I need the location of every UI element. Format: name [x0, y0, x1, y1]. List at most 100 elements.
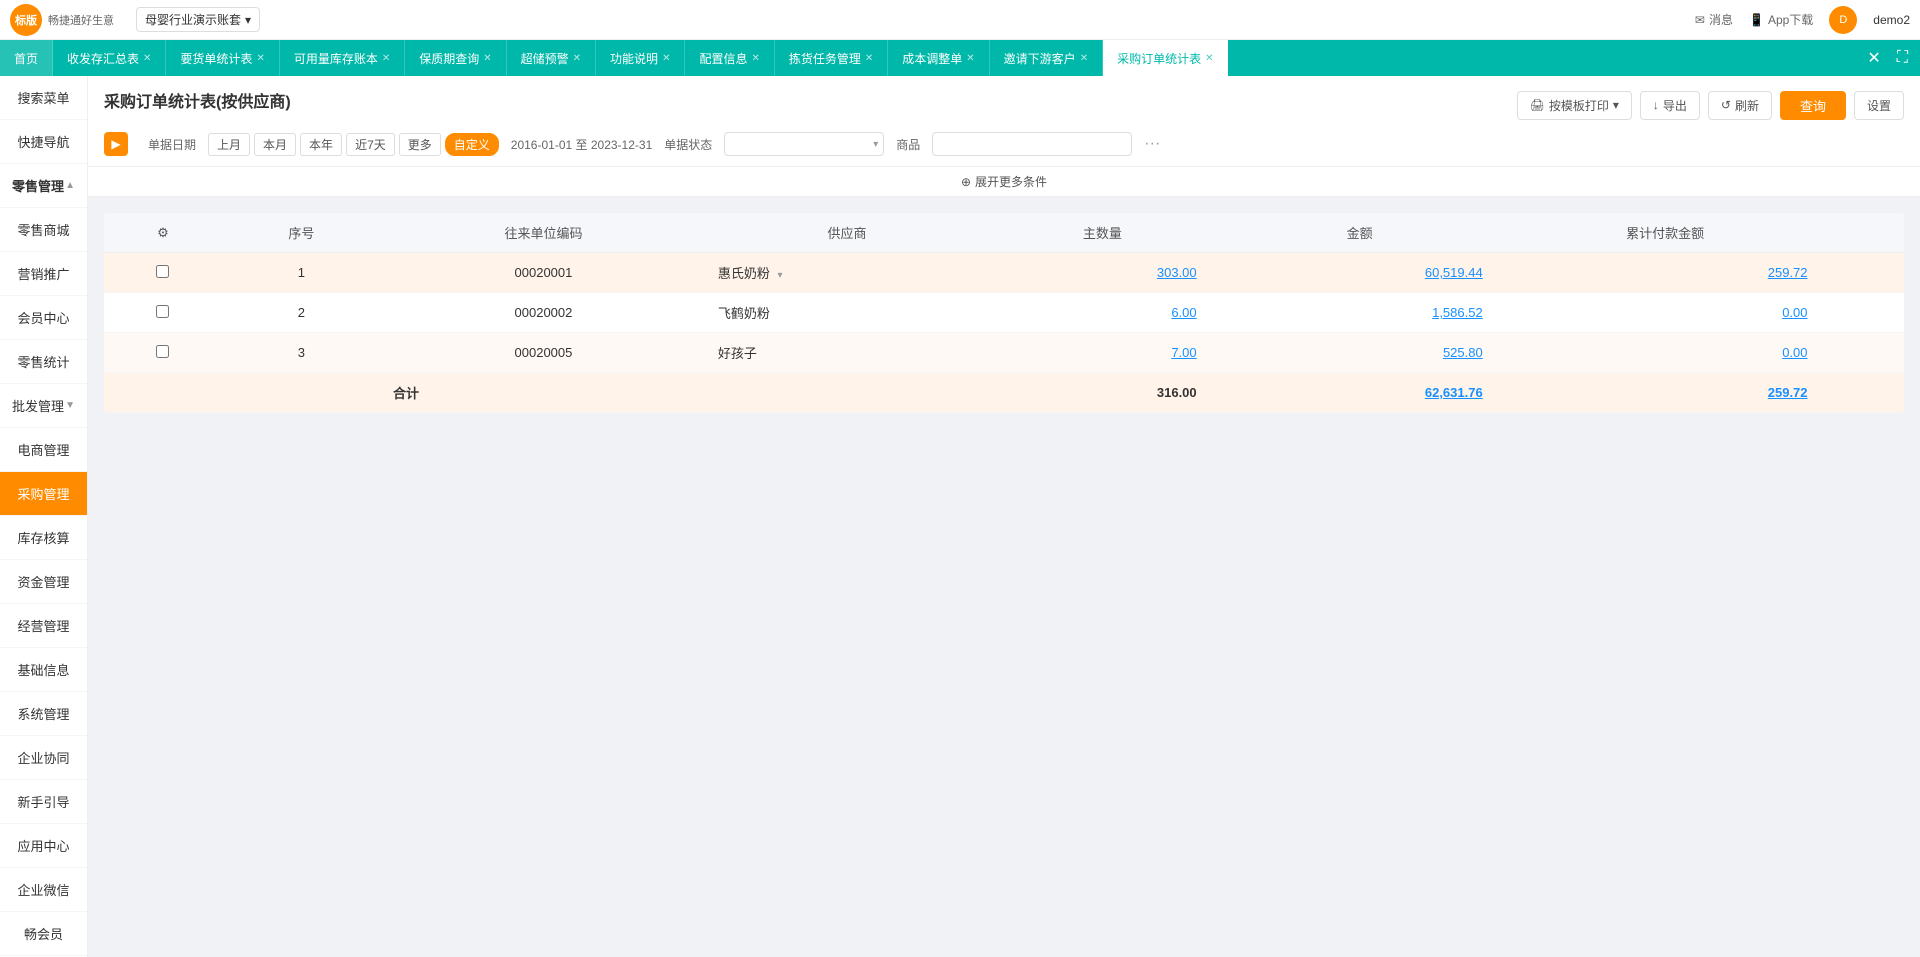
sidebar-item-ecommerce-label: 电商管理: [17, 440, 69, 459]
sidebar-item-wechat[interactable]: 企业微信: [0, 868, 87, 912]
sidebar-item-basic[interactable]: 基础信息: [0, 648, 87, 692]
export-button[interactable]: ↓ 导出: [1640, 91, 1700, 120]
nav-tabs: 首页 收发存汇总表 ✕ 要货单统计表 ✕ 可用量库存账本 ✕ 保质期查询 ✕ 超…: [0, 40, 1920, 76]
sidebar-item-retail[interactable]: 零售管理 ▲: [0, 164, 87, 208]
app-download-button[interactable]: 📱 App下载: [1749, 11, 1813, 28]
status-select-wrapper: [724, 132, 884, 156]
message-button[interactable]: ✉ 消息: [1695, 11, 1733, 28]
date-btn-last-month[interactable]: 上月: [208, 133, 250, 156]
goods-more-icon[interactable]: ···: [1144, 135, 1160, 153]
sidebar-item-operation[interactable]: 经营管理: [0, 604, 87, 648]
row-check-1[interactable]: [104, 293, 222, 333]
tab-purchase-stat[interactable]: 采购订单统计表 ✕: [1103, 40, 1228, 76]
row-paid-2[interactable]: 0.00: [1503, 333, 1828, 373]
tab-income-close[interactable]: ✕: [143, 53, 151, 64]
tab-cost-adj[interactable]: 成本调整单 ✕: [888, 40, 989, 76]
tab-pick-task[interactable]: 拣货任务管理 ✕: [775, 40, 888, 76]
row-quantity-0[interactable]: 303.00: [988, 253, 1217, 293]
row-supplier-name-2: 好孩子: [706, 333, 988, 373]
tab-invite[interactable]: 邀请下游客户 ✕: [990, 40, 1103, 76]
sidebar-item-app-center[interactable]: 应用中心: [0, 824, 87, 868]
tab-order-stat-label: 要货单统计表: [180, 50, 252, 67]
close-all-tabs-button[interactable]: ✕: [1863, 46, 1884, 70]
status-select[interactable]: [724, 132, 884, 156]
tab-expiry[interactable]: 保质期查询 ✕: [405, 40, 506, 76]
date-btn-this-year[interactable]: 本年: [300, 133, 342, 156]
query-button[interactable]: 查询: [1780, 91, 1846, 120]
tab-home-label: 首页: [14, 50, 38, 67]
footer-paid[interactable]: 259.72: [1503, 373, 1828, 413]
date-btn-this-month[interactable]: 本月: [254, 133, 296, 156]
sidebar-item-purchase[interactable]: 采购管理: [0, 472, 87, 516]
row-quantity-2[interactable]: 7.00: [988, 333, 1217, 373]
sidebar-item-shortcut[interactable]: 快捷导航: [0, 120, 87, 164]
tab-pick-task-close[interactable]: ✕: [865, 53, 873, 64]
print-template-button[interactable]: 🖨 按模板打印 ▾: [1517, 91, 1632, 120]
date-btn-more[interactable]: 更多: [399, 133, 441, 156]
sidebar-item-enterprise[interactable]: 企业协同: [0, 736, 87, 780]
tab-cost-adj-close[interactable]: ✕: [966, 53, 974, 64]
sidebar-item-stock[interactable]: 库存核算: [0, 516, 87, 560]
sidebar-item-ecommerce[interactable]: 电商管理: [0, 428, 87, 472]
tab-func-desc[interactable]: 功能说明 ✕: [596, 40, 685, 76]
sidebar-item-marketing[interactable]: 营销推广: [0, 252, 87, 296]
tab-order-stat[interactable]: 要货单统计表 ✕: [166, 40, 279, 76]
tab-overstock[interactable]: 超储预警 ✕: [507, 40, 596, 76]
sidebar-item-member[interactable]: 会员中心: [0, 296, 87, 340]
footer-amount[interactable]: 62,631.76: [1217, 373, 1503, 413]
tab-purchase-stat-close[interactable]: ✕: [1205, 53, 1213, 64]
sidebar-item-shortcut-label: 快捷导航: [17, 132, 69, 151]
date-buttons: 上月 本月 本年 近7天 更多 自定义: [208, 133, 499, 156]
row-check-2[interactable]: [104, 333, 222, 373]
row-amount-0[interactable]: 60,519.44: [1217, 253, 1503, 293]
settings-button[interactable]: 设置: [1854, 91, 1904, 120]
row-checkbox-2[interactable]: [156, 345, 169, 358]
row-paid-1[interactable]: 0.00: [1503, 293, 1828, 333]
tab-order-stat-close[interactable]: ✕: [256, 53, 264, 64]
refresh-button[interactable]: ↺ 刷新: [1708, 91, 1772, 120]
tab-config-close[interactable]: ✕: [751, 53, 759, 64]
tab-invite-close[interactable]: ✕: [1080, 53, 1088, 64]
settings-label: 设置: [1867, 99, 1891, 113]
sidebar-item-retail-shop[interactable]: 零售商城: [0, 208, 87, 252]
settings-icon[interactable]: ⚙: [157, 225, 169, 240]
row-paid-0[interactable]: 259.72: [1503, 253, 1828, 293]
top-bar: 标版 畅捷通好生意 母婴行业演示账套 ▾ ✉ 消息 📱 App下载 D demo…: [0, 0, 1920, 40]
main-layout: 搜索菜单 快捷导航 零售管理 ▲ 零售商城 营销推广 会员中心 零售统计 批发管…: [0, 76, 1920, 957]
sidebar-item-system[interactable]: 系统管理: [0, 692, 87, 736]
tab-income[interactable]: 收发存汇总表 ✕: [53, 40, 166, 76]
tab-expiry-close[interactable]: ✕: [483, 53, 491, 64]
sidebar-item-search[interactable]: 搜索菜单: [0, 76, 87, 120]
tab-usable-stock[interactable]: 可用量库存账本 ✕: [280, 40, 405, 76]
username: demo2: [1873, 13, 1910, 27]
sidebar-item-finance[interactable]: 资金管理: [0, 560, 87, 604]
row-checkbox-1[interactable]: [156, 305, 169, 318]
sidebar-item-guide[interactable]: 新手引导: [0, 780, 87, 824]
tab-func-desc-close[interactable]: ✕: [662, 53, 670, 64]
tab-usable-stock-close[interactable]: ✕: [382, 53, 390, 64]
sidebar-item-wholesale[interactable]: 批发管理 ▼: [0, 384, 87, 428]
expand-conditions-button[interactable]: ⊕ 展开更多条件: [961, 173, 1047, 190]
tab-overstock-label: 超储预警: [521, 50, 569, 67]
date-btn-custom[interactable]: 自定义: [445, 133, 499, 156]
row-check-0[interactable]: [104, 253, 222, 293]
avatar[interactable]: D: [1829, 6, 1857, 34]
filter-collapse-button[interactable]: ▶: [104, 132, 128, 156]
col-supplier-name: 供应商: [706, 213, 988, 253]
sidebar-item-system-label: 系统管理: [17, 704, 69, 723]
row-quantity-1[interactable]: 6.00: [988, 293, 1217, 333]
workspace-selector[interactable]: 母婴行业演示账套 ▾: [136, 7, 260, 32]
row-amount-2[interactable]: 525.80: [1217, 333, 1503, 373]
date-btn-7days[interactable]: 近7天: [346, 133, 395, 156]
print-template-label: 按模板打印: [1549, 97, 1609, 114]
tab-home[interactable]: 首页: [0, 40, 53, 76]
row-amount-1[interactable]: 1,586.52: [1217, 293, 1503, 333]
row-checkbox-0[interactable]: [156, 265, 169, 278]
maximize-button[interactable]: ⛶: [1893, 47, 1912, 69]
col-settings[interactable]: ⚙: [104, 213, 222, 253]
sidebar-item-retail-stat[interactable]: 零售统计: [0, 340, 87, 384]
goods-input[interactable]: [932, 132, 1132, 156]
tab-overstock-close[interactable]: ✕: [573, 53, 581, 64]
sidebar-item-member2[interactable]: 畅会员: [0, 912, 87, 956]
tab-config[interactable]: 配置信息 ✕: [685, 40, 774, 76]
